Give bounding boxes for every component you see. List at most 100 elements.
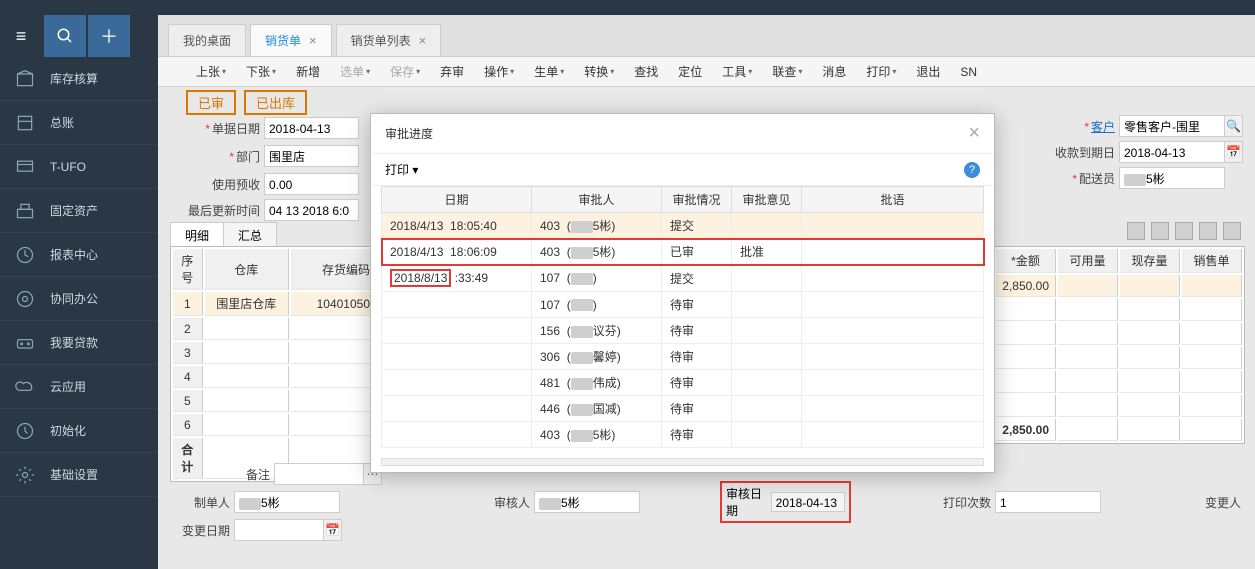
tab-sales-list[interactable]: 销货单列表 × [336, 24, 442, 56]
status-badges: 已审 已出库 [186, 90, 307, 115]
bill-date-input[interactable]: 2018-04-13 [264, 117, 359, 139]
lookup-icon[interactable]: 🔍 [1225, 115, 1243, 137]
sidebar-item-tufo[interactable]: T-UFO [0, 145, 158, 189]
remark-input[interactable] [274, 463, 364, 485]
toolbar-查找[interactable]: 查找 [624, 57, 668, 87]
toolbar-保存[interactable]: 保存▾ [380, 57, 430, 87]
sidebar-item-reports[interactable]: 报表中心 [0, 233, 158, 277]
toolbar-消息[interactable]: 消息 [812, 57, 856, 87]
delivery-input[interactable]: 5彬 [1119, 167, 1225, 189]
toolbar-弃审[interactable]: 弃审 [430, 57, 474, 87]
print-button[interactable]: 打印 ▾ [385, 161, 418, 178]
calendar-icon[interactable]: 📅 [1225, 141, 1243, 163]
close-icon[interactable]: × [419, 33, 427, 48]
col-seq: 序号 [173, 249, 203, 290]
toolbar-打印[interactable]: 打印▾ [856, 57, 906, 87]
sidebar-label: 库存核算 [50, 70, 98, 87]
toolbar-下张[interactable]: 下张▾ [236, 57, 286, 87]
grid-tool-icon[interactable] [1127, 222, 1145, 240]
detail-tab-detail[interactable]: 明细 [170, 222, 224, 249]
toolbar-选单[interactable]: 选单▾ [330, 57, 380, 87]
table-row [996, 395, 1242, 417]
tab-sales-order[interactable]: 销货单× [250, 24, 332, 56]
table-row: 2 [173, 318, 377, 340]
sidebar-item-ledger[interactable]: 总账 [0, 101, 158, 145]
remark-field: 备注⋯ [210, 463, 382, 485]
sidebar-label: 我要贷款 [50, 334, 98, 351]
approval-row: 403 (5彬)待审 [382, 422, 984, 448]
sidebar-label: 固定资产 [50, 202, 98, 219]
toolbar-生单[interactable]: 生单▾ [524, 57, 574, 87]
sidebar-label: 基础设置 [50, 466, 98, 483]
sidebar-item-collab[interactable]: 协同办公 [0, 277, 158, 321]
sidebar-label: 初始化 [50, 422, 86, 439]
grid-tool-icon[interactable] [1223, 222, 1241, 240]
audit-date-highlight: 审核日期 2018-04-13 [720, 481, 851, 523]
tab-desktop[interactable]: 我的桌面 [168, 24, 246, 56]
sidebar-item-loan[interactable]: 我要贷款 [0, 321, 158, 365]
audit-date-label: 审核日期 [726, 485, 765, 519]
toolbar-退出[interactable]: 退出 [906, 57, 950, 87]
sidebar-item-assets[interactable]: 固定资产 [0, 189, 158, 233]
approval-row: 2018/4/13 18:06:09403 (5彬)已审批准 [382, 239, 984, 265]
sidebar-label: 总账 [50, 114, 74, 131]
menu-icon[interactable]: ≡ [0, 15, 42, 57]
last-update-field: 最后更新时间04 13 2018 6:0 [170, 199, 359, 221]
change-date-input[interactable] [234, 519, 324, 541]
col-date: 日期 [382, 187, 532, 213]
title-bar [0, 0, 1255, 15]
audit-date-value: 2018-04-13 [771, 492, 845, 512]
toolbar-上张[interactable]: 上张▾ [186, 57, 236, 87]
sidebar-item-inventory[interactable]: 库存核算 [0, 57, 158, 101]
maker-value: 5彬 [234, 491, 340, 513]
badge-out: 已出库 [244, 90, 307, 115]
approval-row: 2018/8/13 :33:49107 ()提交 [382, 265, 984, 292]
approval-progress-dialog: 审批进度 × 打印 ▾ ? 日期 审批人 审批情况 审批意见 批语 2018/4… [370, 113, 995, 473]
col-avail: 可用量 [1058, 249, 1118, 273]
sidebar-item-init[interactable]: 初始化 [0, 409, 158, 453]
receive-due-input[interactable]: 2018-04-13 [1119, 141, 1225, 163]
toolbar-联查[interactable]: 联查▾ [762, 57, 812, 87]
close-icon[interactable]: × [968, 122, 980, 145]
toolbar-转换[interactable]: 转换▾ [574, 57, 624, 87]
bill-date-field: *单据日期2018-04-13 [170, 117, 359, 139]
maker-field: 制单人5彬 [170, 491, 340, 513]
print-count-value: 1 [995, 491, 1101, 513]
amount-grid[interactable]: *金额可用量现存量销售单 2,850.00 2,850.00 [993, 246, 1245, 444]
help-icon[interactable]: ? [964, 162, 980, 178]
table-row: 4 [173, 366, 377, 388]
col-amount: *金额 [996, 249, 1056, 273]
add-icon[interactable]: ＋ [88, 15, 130, 57]
horizontal-scrollbar[interactable] [381, 458, 984, 466]
table-row: 5 [173, 390, 377, 412]
search-icon[interactable] [44, 15, 86, 57]
tab-label: 销货单列表 [351, 32, 411, 49]
toolbar-定位[interactable]: 定位 [668, 57, 712, 87]
calendar-icon[interactable]: 📅 [324, 519, 342, 541]
receive-due-field: 收款到期日2018-04-13📅 [1047, 141, 1243, 163]
grid-toolbar [1127, 222, 1241, 240]
sidebar-item-cloud[interactable]: 云应用 [0, 365, 158, 409]
col-code: 存货编码 [291, 249, 377, 290]
table-row [996, 371, 1242, 393]
delivery-field: *配送员5彬 [1047, 167, 1243, 189]
grid-tool-icon[interactable] [1199, 222, 1217, 240]
toolbar-SN[interactable]: SN [950, 57, 987, 87]
toolbar-操作[interactable]: 操作▾ [474, 57, 524, 87]
detail-tab-summary[interactable]: 汇总 [223, 222, 277, 249]
grid-tool-icon[interactable] [1175, 222, 1193, 240]
dept-input[interactable]: 围里店 [264, 145, 359, 167]
prepay-input[interactable]: 0.00 [264, 173, 359, 195]
sidebar-item-settings[interactable]: 基础设置 [0, 453, 158, 497]
detail-grid[interactable]: 序号仓库存货编码 1围里店仓库10401050 2 3 4 5 6 合计 [170, 246, 380, 482]
customer-input[interactable]: 零售客户-围里 [1119, 115, 1225, 137]
sidebar-label: 报表中心 [50, 246, 98, 263]
approval-row: 481 (伟成)待审 [382, 370, 984, 396]
grid-tool-icon[interactable] [1151, 222, 1169, 240]
col-sale: 销售单 [1182, 249, 1242, 273]
table-row: 3 [173, 342, 377, 364]
close-icon[interactable]: × [309, 33, 317, 48]
customer-field: *客户零售客户-围里🔍 [1047, 115, 1243, 137]
toolbar-新增[interactable]: 新增 [286, 57, 330, 87]
toolbar-工具[interactable]: 工具▾ [712, 57, 762, 87]
